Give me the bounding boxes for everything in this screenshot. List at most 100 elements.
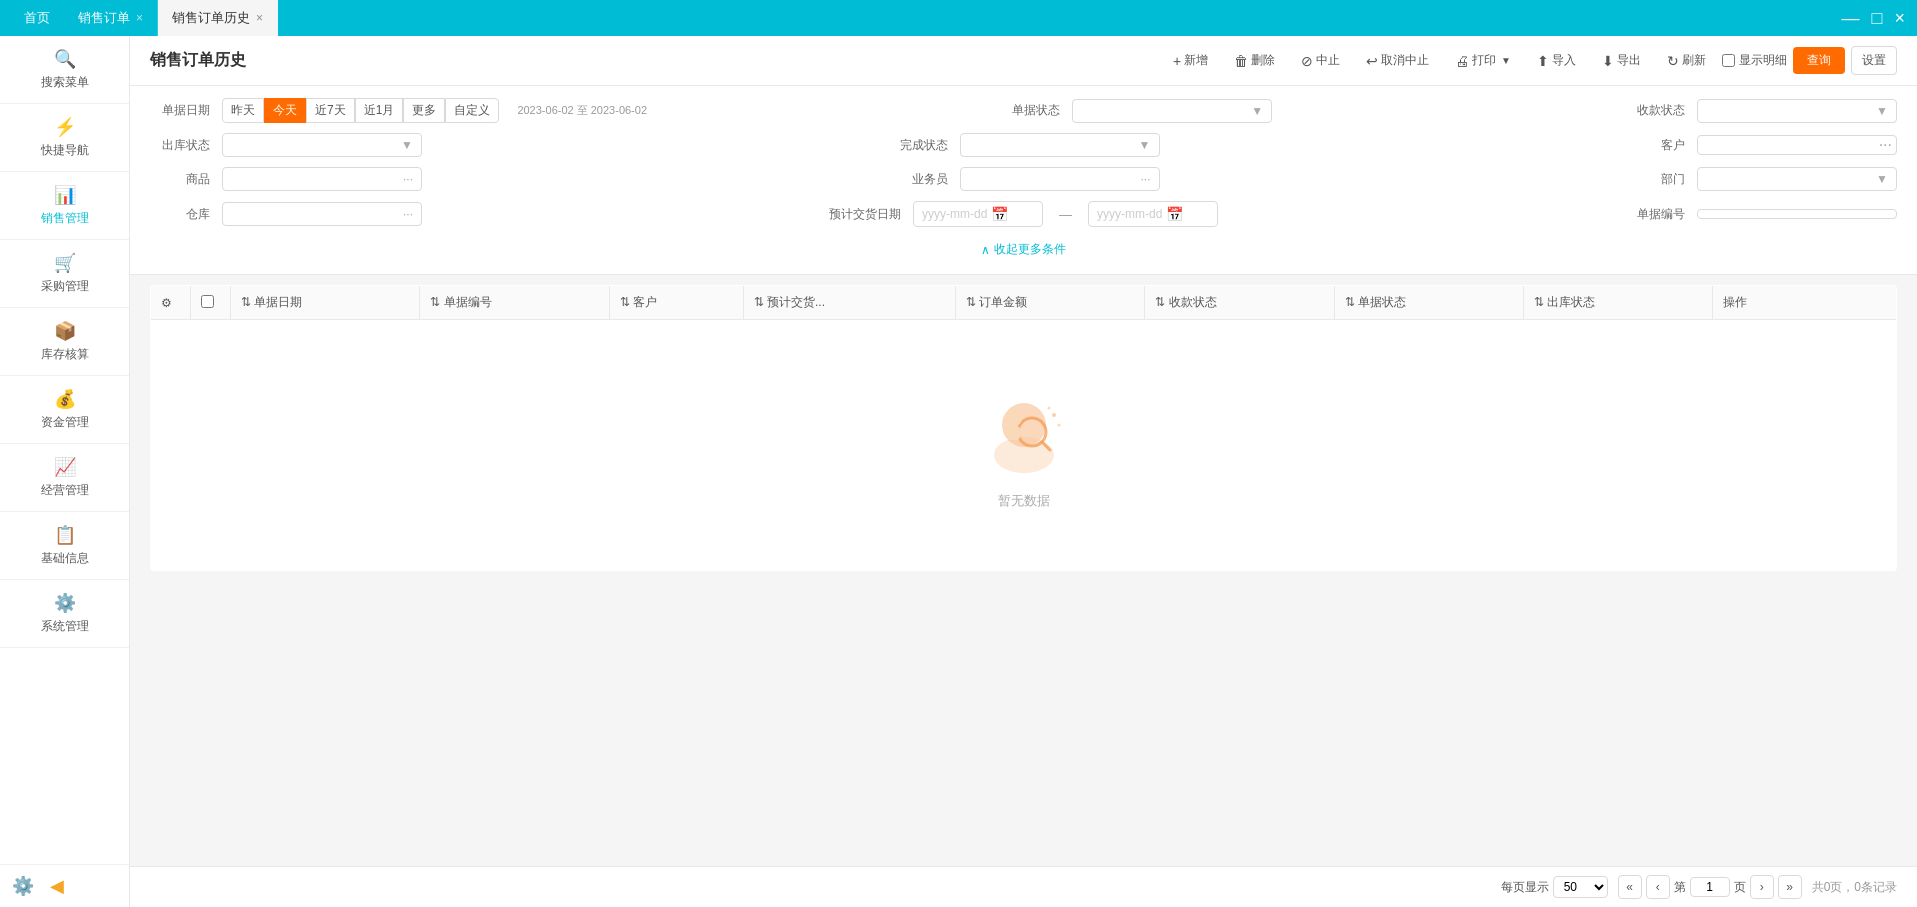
tab-sales-order-close[interactable]: × (136, 11, 143, 25)
tab-sales-order[interactable]: 销售订单 × (64, 0, 158, 36)
sidebar-item-system-label: 系统管理 (41, 618, 89, 635)
completion-status-select[interactable]: ▼ (960, 133, 1160, 157)
print-button[interactable]: 🖨 打印 ▼ (1445, 48, 1521, 73)
sidebar-item-system[interactable]: ⚙️ 系统管理 (0, 580, 129, 648)
salesperson-dots-icon: ··· (1140, 172, 1150, 186)
table-body: 暂无数据 (151, 320, 1897, 571)
empty-state-text: 暂无数据 (998, 492, 1050, 510)
settings-label: 设置 (1862, 52, 1886, 69)
table-footer: 每页显示 50 10 20 100 « ‹ 第 页 › » 共0页，0条记录 (130, 866, 1917, 907)
sidebar-collapse-icon[interactable]: ◀ (50, 875, 64, 897)
order-status-label: 单据状态 (1000, 102, 1060, 119)
tab-sales-order-history[interactable]: 销售订单历史 × (158, 0, 278, 36)
sidebar-item-quick-nav[interactable]: ⚡ 快捷导航 (0, 104, 129, 172)
page-size-label: 每页显示 (1501, 879, 1549, 896)
export-button[interactable]: ⬇ 导出 (1592, 48, 1651, 73)
th-customer[interactable]: ⇅ 客户 (609, 286, 743, 320)
first-page-button[interactable]: « (1618, 875, 1642, 899)
date-label: 单据日期 (150, 102, 210, 119)
page-size-dropdown[interactable]: 50 10 20 100 (1553, 876, 1608, 898)
outbound-status-select[interactable]: ▼ (222, 133, 422, 157)
th-outbound-status-label: ⇅ 出库状态 (1534, 295, 1595, 309)
filter-area: 单据日期 昨天 今天 近7天 近1月 更多 自定义 2023-06-02 至 2… (130, 86, 1917, 275)
next-page-button[interactable]: › (1750, 875, 1774, 899)
show-detail-checkbox[interactable] (1722, 54, 1735, 67)
stop-button[interactable]: ⊘ 中止 (1291, 48, 1350, 73)
th-number[interactable]: ⇅ 单据编号 (420, 286, 609, 320)
import-label: 导入 (1552, 52, 1576, 69)
select-all-checkbox[interactable] (201, 295, 214, 308)
salesperson-label: 业务员 (888, 171, 948, 188)
th-amount[interactable]: ⇅ 订单金额 (955, 286, 1144, 320)
sidebar-item-purchase-mgmt[interactable]: 🛒 采购管理 (0, 240, 129, 308)
refresh-button[interactable]: ↻ 刷新 (1657, 48, 1716, 73)
print-icon: 🖨 (1455, 53, 1469, 69)
sidebar-item-operation[interactable]: 📈 经营管理 (0, 444, 129, 512)
order-number-input[interactable] (1697, 209, 1897, 219)
page-title: 销售订单历史 (150, 50, 246, 71)
export-icon: ⬇ (1602, 53, 1614, 69)
sales-mgmt-icon: 📊 (54, 184, 76, 206)
sidebar-item-search-menu[interactable]: 🔍 搜索菜单 (0, 36, 129, 104)
empty-state-row: 暂无数据 (151, 320, 1897, 571)
date-tag-more[interactable]: 更多 (403, 98, 445, 123)
th-delivery[interactable]: ⇅ 预计交货... (743, 286, 955, 320)
tab-sales-order-history-close[interactable]: × (256, 11, 263, 25)
warehouse-select[interactable]: ··· (222, 202, 422, 226)
salesperson-select[interactable]: ··· (960, 167, 1160, 191)
svg-point-5 (1057, 424, 1060, 427)
sidebar-item-basic-info[interactable]: 📋 基础信息 (0, 512, 129, 580)
product-select[interactable]: ··· (222, 167, 422, 191)
th-checkbox[interactable] (191, 286, 231, 320)
date-tag-1month[interactable]: 近1月 (355, 98, 404, 123)
query-button[interactable]: 查询 (1793, 47, 1845, 74)
th-payment-status[interactable]: ⇅ 收款状态 (1145, 286, 1334, 320)
delivery-date-start[interactable]: yyyy-mm-dd 📅 (913, 201, 1043, 227)
delivery-date-end[interactable]: yyyy-mm-dd 📅 (1088, 201, 1218, 227)
svg-point-7 (1006, 410, 1022, 426)
sidebar-item-inventory-label: 库存核算 (41, 346, 89, 363)
th-order-status[interactable]: ⇅ 单据状态 (1334, 286, 1523, 320)
page-number-input[interactable] (1690, 877, 1730, 897)
sidebar-bottom: ⚙️ ◀ (0, 864, 129, 907)
order-status-select[interactable]: ▼ (1072, 99, 1272, 123)
order-status-dropdown-icon: ▼ (1251, 104, 1263, 118)
filter-row-date: 单据日期 昨天 今天 近7天 近1月 更多 自定义 2023-06-02 至 2… (150, 98, 1897, 123)
department-select[interactable]: ▼ (1697, 167, 1897, 191)
tab-home[interactable]: 首页 (10, 0, 64, 36)
th-order-status-label: ⇅ 单据状态 (1345, 295, 1406, 309)
date-tag-7days[interactable]: 近7天 (306, 98, 355, 123)
print-label: 打印 (1472, 52, 1496, 69)
prev-page-button[interactable]: ‹ (1646, 875, 1670, 899)
customer-select[interactable]: ··· (1697, 135, 1897, 155)
date-tag-custom[interactable]: 自定义 (445, 98, 499, 123)
cancel-stop-button[interactable]: ↩ 取消中止 (1356, 48, 1439, 73)
sidebar-item-sales-mgmt[interactable]: 📊 销售管理 (0, 172, 129, 240)
date-tag-today[interactable]: 今天 (264, 98, 306, 123)
th-date[interactable]: ⇅ 单据日期 (231, 286, 420, 320)
th-outbound-status[interactable]: ⇅ 出库状态 (1523, 286, 1712, 320)
settings-button[interactable]: 设置 (1851, 46, 1897, 75)
add-button[interactable]: + 新增 (1163, 48, 1218, 73)
main-layout: 🔍 搜索菜单 ⚡ 快捷导航 📊 销售管理 🛒 采购管理 📦 库存核算 💰 资金管… (0, 36, 1917, 907)
page-size-select: 每页显示 50 10 20 100 (1501, 876, 1608, 898)
delete-button[interactable]: 🗑 删除 (1224, 48, 1285, 73)
sidebar-item-capital[interactable]: 💰 资金管理 (0, 376, 129, 444)
window-close-button[interactable]: × (1892, 6, 1907, 31)
import-button[interactable]: ⬆ 导入 (1527, 48, 1586, 73)
sidebar-settings-icon[interactable]: ⚙️ (12, 875, 34, 897)
sidebar-item-inventory[interactable]: 📦 库存核算 (0, 308, 129, 376)
payment-status-select[interactable]: ▼ (1697, 99, 1897, 123)
th-settings[interactable]: ⚙ (151, 286, 191, 320)
window-min-button[interactable]: — (1840, 6, 1862, 31)
payment-status-dropdown-icon: ▼ (1876, 104, 1888, 118)
search-menu-icon: 🔍 (54, 48, 76, 70)
collapse-button[interactable]: ∧ 收起更多条件 (981, 237, 1066, 262)
settings-gear-icon: ⚙ (161, 296, 172, 310)
show-detail-checkbox-label[interactable]: 显示明细 (1722, 52, 1787, 69)
last-page-button[interactable]: » (1778, 875, 1802, 899)
date-tag-yesterday[interactable]: 昨天 (222, 98, 264, 123)
purchase-mgmt-icon: 🛒 (54, 252, 76, 274)
delivery-date-dash: — (1055, 207, 1076, 222)
window-max-button[interactable]: □ (1870, 6, 1885, 31)
